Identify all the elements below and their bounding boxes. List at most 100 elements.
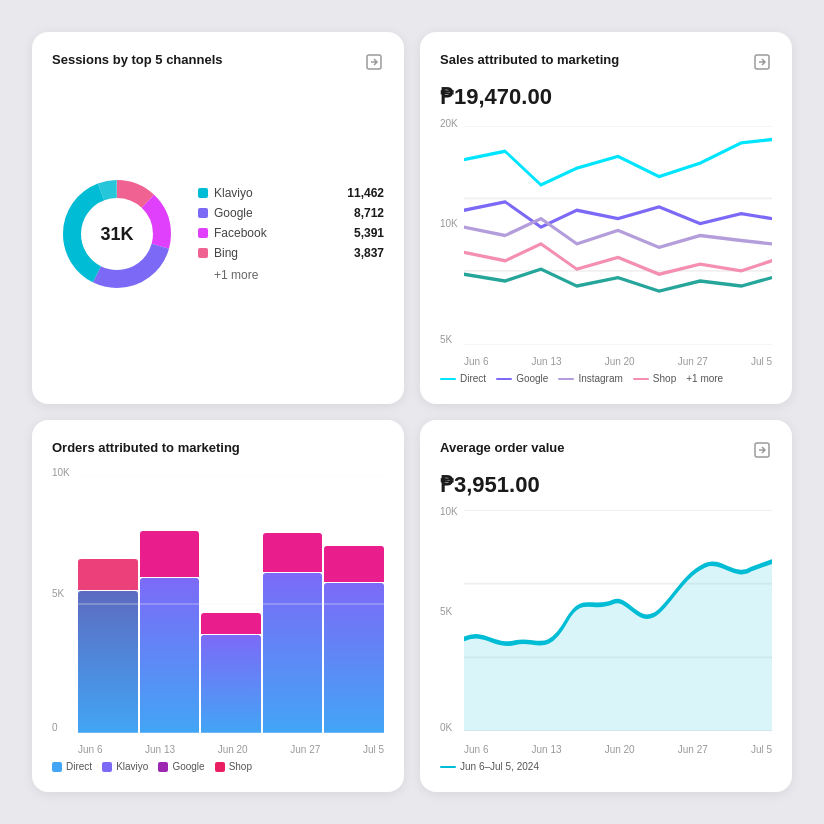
sales-title: Sales attributed to marketing <box>440 52 619 67</box>
legend-avg-period: Jun 6–Jul 5, 2024 <box>440 761 539 772</box>
orders-klaviyo-dot <box>102 762 112 772</box>
orders-chart-container: 10K 5K 0 <box>52 467 384 755</box>
x-axis-avg: Jun 6 Jun 13 Jun 20 Jun 27 Jul 5 <box>464 744 772 755</box>
bar-jul5-direct <box>324 583 384 733</box>
avg-y-5k: 5K <box>440 606 452 617</box>
orders-google-dot <box>158 762 168 772</box>
donut-container: 31K Klaviyo 11,462 Google 8,712 Facebook… <box>52 84 384 384</box>
y-10k: 10K <box>440 218 458 229</box>
bar-jun20-direct <box>201 635 261 733</box>
donut-chart: 31K <box>52 169 182 299</box>
legend-direct: Direct <box>440 373 486 384</box>
legend-orders-google: Google <box>158 761 204 772</box>
sessions-card-header: Sessions by top 5 channels <box>52 52 384 72</box>
avg-order-title: Average order value <box>440 440 565 455</box>
orders-klaviyo-label: Klaviyo <box>116 761 148 772</box>
legend-orders-direct: Direct <box>52 761 92 772</box>
orders-google-label: Google <box>172 761 204 772</box>
sessions-title: Sessions by top 5 channels <box>52 52 223 67</box>
avg-order-header: Average order value <box>440 440 772 460</box>
sales-card: Sales attributed to marketing ₱19,470.00… <box>420 32 792 404</box>
orders-shop-label: Shop <box>229 761 252 772</box>
shop-sales-line <box>633 378 649 380</box>
instagram-line <box>558 378 574 380</box>
legend-more-sales: +1 more <box>686 373 723 384</box>
bar-group-jun13 <box>140 475 200 733</box>
sales-chart-area: 20K 10K 5K Jun 6 <box>440 118 772 367</box>
legend-orders-klaviyo: Klaviyo <box>102 761 148 772</box>
avg-order-value: ₱3,951.00 <box>440 472 772 498</box>
instagram-label: Instagram <box>578 373 622 384</box>
export-icon-sales[interactable] <box>752 52 772 72</box>
bar-group-jul5 <box>324 475 384 733</box>
orders-y-5k: 5K <box>52 588 64 599</box>
export-icon-avg[interactable] <box>752 440 772 460</box>
bing-dot <box>198 248 208 258</box>
orders-card-header: Orders attributed to marketing <box>52 440 384 455</box>
avg-order-chart-area: 10K 5K 0K Jun 6 Jun 13 Jun 20 Jun 27 Jul… <box>440 506 772 755</box>
avg-order-card: Average order value ₱3,951.00 10K 5K 0K <box>420 420 792 792</box>
legend-google-sales: Google <box>496 373 548 384</box>
bar-jun6-a <box>78 475 138 733</box>
facebook-value: 5,391 <box>354 226 384 240</box>
avg-y-10k: 10K <box>440 506 458 517</box>
orders-direct-dot <box>52 762 62 772</box>
google-value: 8,712 <box>354 206 384 220</box>
bar-group-jun27 <box>263 475 323 733</box>
orders-bars <box>78 475 384 733</box>
google-sales-line <box>496 378 512 380</box>
klaviyo-label: Klaviyo <box>214 186 341 200</box>
orders-y-10k: 10K <box>52 467 70 478</box>
orders-title: Orders attributed to marketing <box>52 440 240 455</box>
bar-jun27-shop <box>263 533 323 572</box>
bar-jun6-shop <box>78 559 138 590</box>
legend-item-bing: Bing 3,837 <box>198 246 384 260</box>
facebook-dot <box>198 228 208 238</box>
google-sales-label: Google <box>516 373 548 384</box>
bar-jun20-shop <box>201 613 261 634</box>
google-dot <box>198 208 208 218</box>
sessions-more: +1 more <box>198 268 384 282</box>
orders-y-0: 0 <box>52 722 58 733</box>
legend-item-google: Google 8,712 <box>198 206 384 220</box>
direct-line <box>440 378 456 380</box>
avg-area-chart <box>464 510 772 731</box>
sales-value: ₱19,470.00 <box>440 84 772 110</box>
bar-jun20-a <box>201 475 261 733</box>
direct-label: Direct <box>460 373 486 384</box>
sessions-card: Sessions by top 5 channels <box>32 32 404 404</box>
bar-jul5-shop <box>324 546 384 582</box>
legend-item-facebook: Facebook 5,391 <box>198 226 384 240</box>
bar-group-jun20 <box>201 475 261 733</box>
x-axis-sales: Jun 6 Jun 13 Jun 20 Jun 27 Jul 5 <box>464 356 772 367</box>
bar-group-jun6 <box>78 475 138 733</box>
orders-shop-dot <box>215 762 225 772</box>
klaviyo-dot <box>198 188 208 198</box>
legend-instagram: Instagram <box>558 373 622 384</box>
bar-jun27-direct <box>263 573 323 733</box>
facebook-label: Facebook <box>214 226 348 240</box>
legend-shop-sales: Shop <box>633 373 676 384</box>
avg-legend: Jun 6–Jul 5, 2024 <box>440 761 772 772</box>
legend-orders-shop: Shop <box>215 761 252 772</box>
dashboard: Sessions by top 5 channels <box>0 0 824 824</box>
x-axis-orders: Jun 6 Jun 13 Jun 20 Jun 27 Jul 5 <box>78 744 384 755</box>
bar-jun13-a <box>140 475 200 733</box>
avg-period-label: Jun 6–Jul 5, 2024 <box>460 761 539 772</box>
klaviyo-value: 11,462 <box>347 186 384 200</box>
bar-jun27-a <box>263 475 323 733</box>
google-label: Google <box>214 206 348 220</box>
bing-value: 3,837 <box>354 246 384 260</box>
orders-direct-label: Direct <box>66 761 92 772</box>
bar-jun6-direct <box>78 591 138 733</box>
y-5k: 5K <box>440 334 452 345</box>
avg-y-0k: 0K <box>440 722 452 733</box>
bar-jun13-shop <box>140 531 200 577</box>
donut-center-value: 31K <box>100 224 133 245</box>
export-icon[interactable] <box>364 52 384 72</box>
sales-legend: Direct Google Instagram Shop +1 more <box>440 373 772 384</box>
shop-sales-label: Shop <box>653 373 676 384</box>
bing-label: Bing <box>214 246 348 260</box>
sales-card-header: Sales attributed to marketing <box>440 52 772 72</box>
sessions-legend: Klaviyo 11,462 Google 8,712 Facebook 5,3… <box>198 186 384 282</box>
